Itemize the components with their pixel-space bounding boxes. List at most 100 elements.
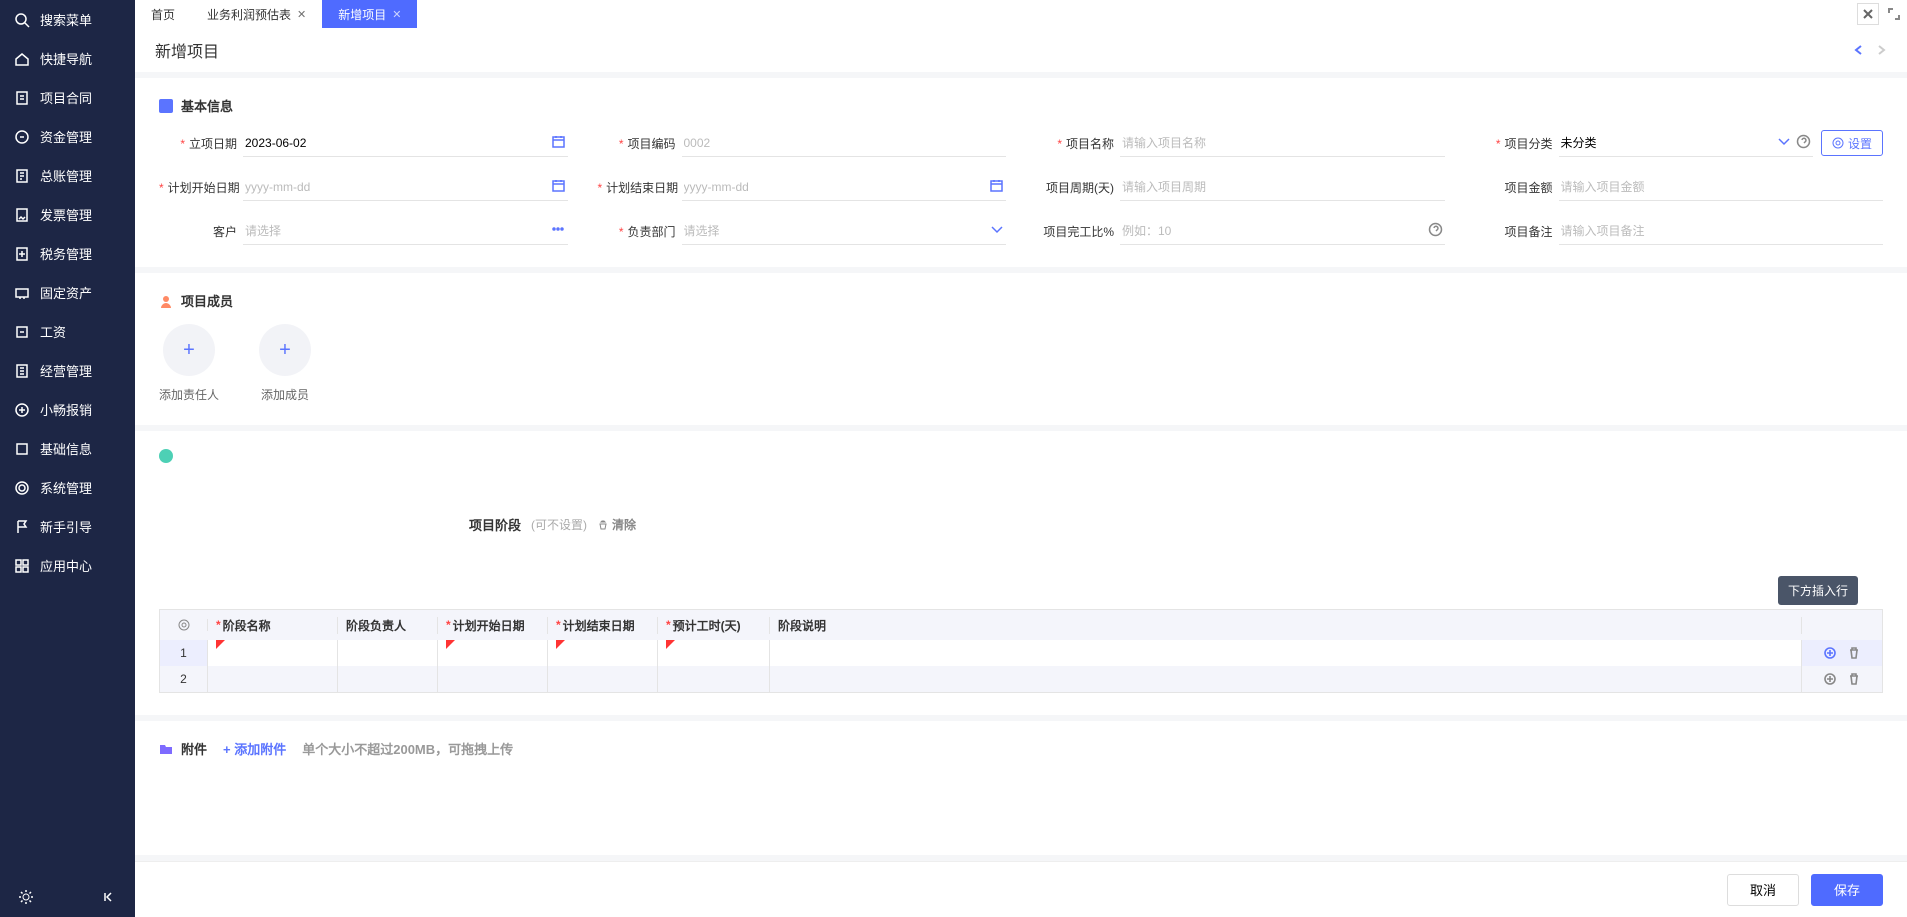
col-desc: 阶段说明 — [778, 617, 826, 634]
amount-input[interactable] — [1561, 180, 1882, 194]
page-title: 新增项目 — [155, 38, 219, 62]
chevron-down-icon[interactable] — [989, 222, 1004, 237]
sidebar-search[interactable]: 搜索菜单 — [0, 0, 135, 39]
sidebar-item-tax[interactable]: 税务管理 — [0, 234, 135, 273]
tab-home[interactable]: 首页 — [135, 0, 191, 28]
insert-row-icon[interactable] — [1823, 672, 1837, 686]
label-plan-end: 计划结束日期 — [598, 179, 676, 196]
sidebar-label: 经营管理 — [40, 361, 92, 380]
sidebar-item-invoice[interactable]: 发票管理 — [0, 195, 135, 234]
label-amount: 项目金额 — [1475, 179, 1553, 196]
panel-basic: 基本信息 立项日期 项目编码 项目名称 项目分类 设置 — [135, 78, 1907, 267]
add-attachment-button[interactable]: + 添加附件 — [223, 739, 286, 758]
chevron-down-icon[interactable] — [1776, 134, 1791, 149]
more-icon[interactable] — [551, 222, 566, 237]
chip-label: 添加责任人 — [159, 386, 219, 403]
prev-icon[interactable] — [1853, 44, 1865, 56]
label-dept: 负责部门 — [598, 223, 676, 240]
plan-end-input[interactable] — [684, 180, 1005, 194]
code-input[interactable] — [684, 136, 1005, 150]
delete-row-icon[interactable] — [1847, 646, 1861, 660]
add-owner-button[interactable]: + 添加责任人 — [159, 324, 219, 403]
sidebar-item-quick-nav[interactable]: 快捷导航 — [0, 39, 135, 78]
next-icon[interactable] — [1875, 44, 1887, 56]
insert-row-icon[interactable] — [1823, 646, 1837, 660]
sidebar-label: 税务管理 — [40, 244, 92, 263]
chip-label: 添加成员 — [261, 386, 309, 403]
category-settings-button[interactable]: 设置 — [1821, 130, 1883, 156]
sidebar-label: 系统管理 — [40, 478, 92, 497]
grid-icon — [14, 558, 30, 574]
pct-input[interactable] — [1122, 224, 1443, 238]
calendar-icon[interactable] — [551, 178, 566, 193]
sidebar-label: 应用中心 — [40, 556, 92, 575]
add-member-button[interactable]: + 添加成员 — [259, 324, 311, 403]
collapse-icon[interactable] — [101, 889, 117, 905]
panel-title: 基本信息 — [181, 96, 233, 115]
sidebar-item-system[interactable]: 系统管理 — [0, 468, 135, 507]
dept-select[interactable] — [684, 224, 1005, 238]
cancel-button[interactable]: 取消 — [1727, 874, 1799, 906]
plan-start-input[interactable] — [245, 180, 566, 194]
sidebar-item-basic[interactable]: 基础信息 — [0, 429, 135, 468]
tab-label: 业务利润预估表 — [207, 6, 291, 23]
panel-title: 项目成员 — [181, 291, 233, 310]
flag-icon — [14, 519, 30, 535]
tab-bar: 首页 业务利润预估表 ✕ 新增项目✕ — [135, 0, 1907, 28]
sidebar-label: 总账管理 — [40, 166, 92, 185]
panel-stages: 项目阶段 (可不设置) 清除 *阶段名称 阶段负责人 *计划开始日期 *计划结束… — [135, 431, 1907, 715]
settings-icon[interactable] — [18, 889, 34, 905]
asset-icon — [14, 285, 30, 301]
setup-date-input[interactable] — [245, 136, 566, 150]
save-button[interactable]: 保存 — [1811, 874, 1883, 906]
close-icon[interactable]: ✕ — [297, 8, 306, 21]
attachment-note: 单个大小不超过200MB，可拖拽上传 — [302, 739, 513, 758]
sidebar-item-operation[interactable]: 经营管理 — [0, 351, 135, 390]
close-icon[interactable]: ✕ — [392, 8, 401, 21]
sidebar-item-reimburse[interactable]: 小畅报销 — [0, 390, 135, 429]
sidebar-item-salary[interactable]: 工资 — [0, 312, 135, 351]
sidebar-item-fund[interactable]: 资金管理 — [0, 117, 135, 156]
sidebar-item-assets[interactable]: 固定资产 — [0, 273, 135, 312]
sidebar-item-ledger[interactable]: 总账管理 — [0, 156, 135, 195]
period-input[interactable] — [1122, 180, 1443, 194]
table-row[interactable]: 1 — [160, 640, 1882, 666]
book-icon — [14, 168, 30, 184]
window-close[interactable] — [1857, 3, 1879, 25]
clear-button[interactable]: 清除 — [597, 516, 636, 533]
sidebar-label: 新手引导 — [40, 517, 92, 536]
row-num: 2 — [160, 666, 208, 692]
name-input[interactable] — [1122, 136, 1443, 150]
sidebar-item-apps[interactable]: 应用中心 — [0, 546, 135, 585]
label-name: 项目名称 — [1036, 135, 1114, 152]
row-num: 1 — [160, 640, 208, 666]
wallet-icon — [14, 129, 30, 145]
calendar-icon[interactable] — [551, 134, 566, 149]
col-resp: 阶段负责人 — [346, 617, 406, 634]
label-plan-start: 计划开始日期 — [159, 179, 237, 196]
sidebar-item-guide[interactable]: 新手引导 — [0, 507, 135, 546]
sidebar: 搜索菜单 快捷导航 项目合同 资金管理 总账管理 发票管理 税务管理 固定资产 — [0, 0, 135, 917]
table-row[interactable]: 2 — [160, 666, 1882, 692]
note-icon — [159, 99, 173, 113]
gear-icon[interactable] — [178, 619, 190, 631]
label-customer: 客户 — [159, 223, 237, 240]
label-period: 项目周期(天) — [1036, 179, 1114, 196]
tab-profit-estimate[interactable]: 业务利润预估表 ✕ — [191, 0, 322, 28]
calendar-icon[interactable] — [989, 178, 1004, 193]
delete-row-icon[interactable] — [1847, 672, 1861, 686]
customer-select[interactable] — [245, 224, 566, 238]
help-icon[interactable] — [1428, 222, 1443, 237]
help-icon[interactable] — [1796, 134, 1811, 149]
sidebar-item-project-contract[interactable]: 项目合同 — [0, 78, 135, 117]
sidebar-label: 固定资产 — [40, 283, 92, 302]
invoice-icon — [14, 207, 30, 223]
panel-title: 项目阶段 — [469, 515, 521, 534]
category-select[interactable] — [1561, 136, 1811, 150]
label-category: 项目分类 — [1475, 135, 1553, 152]
panel-members: 项目成员 + 添加责任人 + 添加成员 — [135, 273, 1907, 425]
tab-new-project[interactable]: 新增项目✕ — [322, 0, 417, 28]
remark-input[interactable] — [1561, 224, 1882, 238]
expand-icon[interactable] — [1887, 7, 1901, 21]
insert-row-tooltip: 下方插入行 — [1778, 576, 1858, 605]
